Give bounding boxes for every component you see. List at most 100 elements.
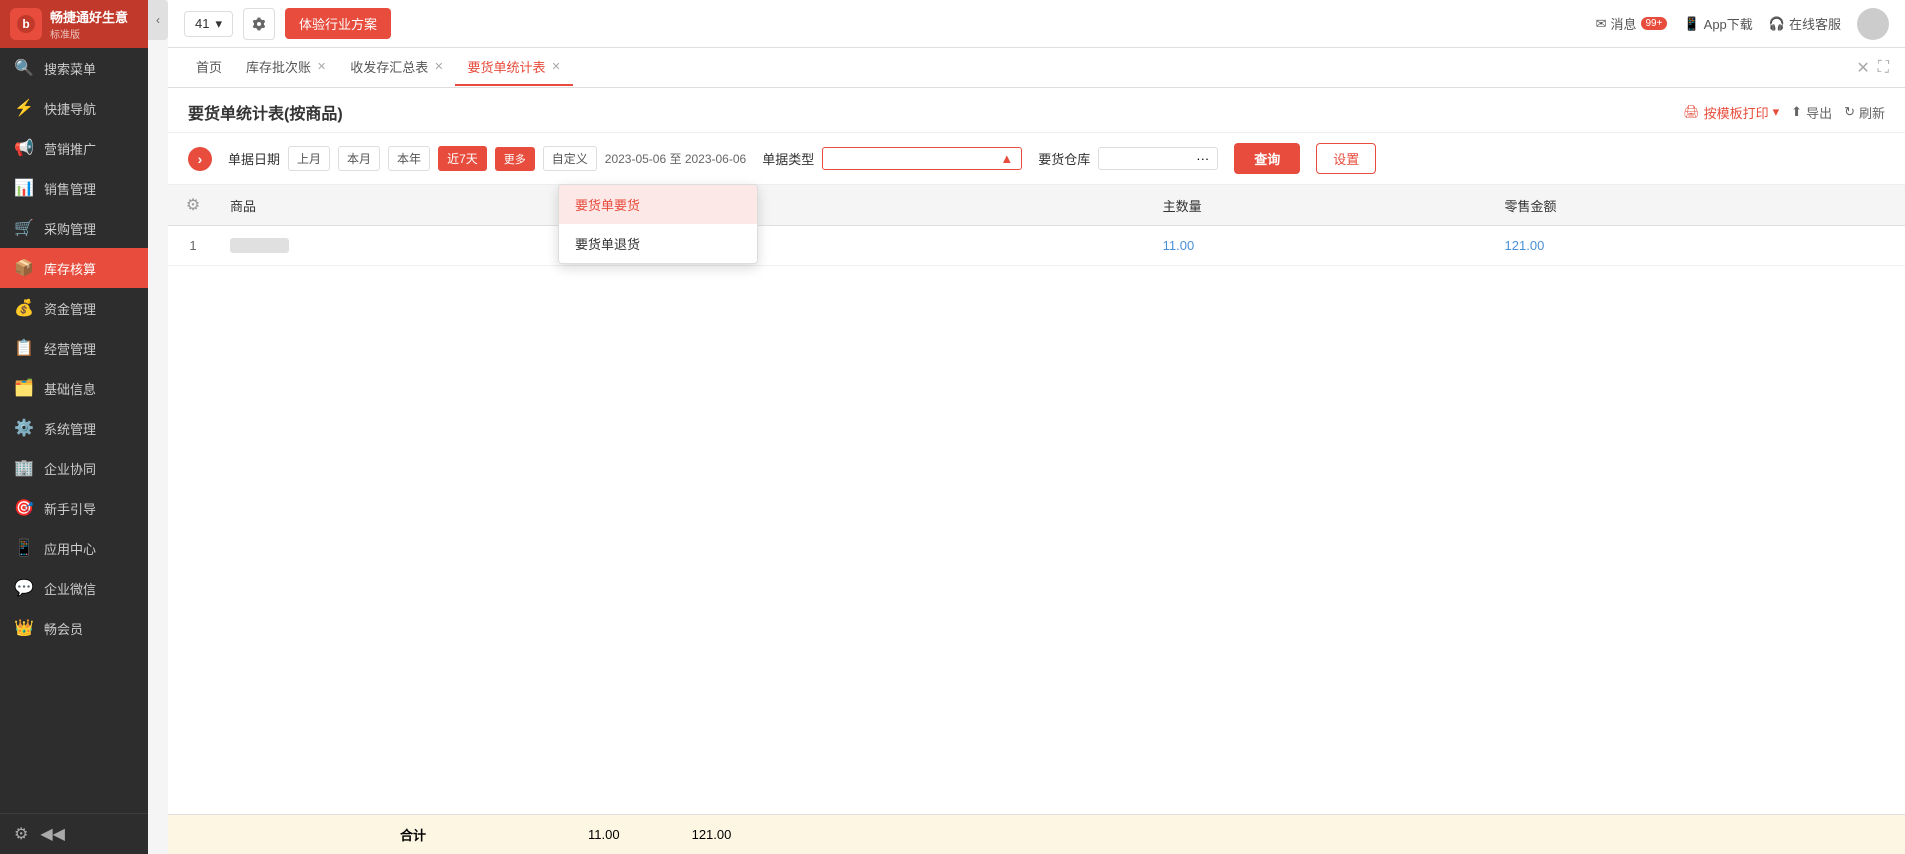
sidebar-item-label: 快捷导航: [44, 99, 96, 118]
tab-batch-label: 库存批次账: [246, 57, 311, 76]
tab-batch[interactable]: 库存批次账 ✕: [234, 49, 338, 86]
export-label: 导出: [1806, 103, 1832, 122]
query-button[interactable]: 查询: [1234, 143, 1300, 174]
type-filter-group: 单据类型 ▲: [762, 147, 1022, 170]
sidebar-item-quicknav[interactable]: ⚡ 快捷导航: [0, 88, 148, 128]
table-row: 1 ████ ██ 块 11.00 121.00: [168, 226, 1905, 266]
topbar-right: ✉ 消息 99+ 📱 App下载 🎧 在线客服: [1596, 8, 1889, 40]
sidebar-item-operations[interactable]: 📋 经营管理: [0, 328, 148, 368]
filter-toggle[interactable]: ›: [188, 147, 212, 171]
sidebar-item-search[interactable]: 🔍 搜索菜单: [0, 48, 148, 88]
store-selector[interactable]: 41 ▾: [184, 11, 233, 37]
sidebar-item-purchase[interactable]: 🛒 采购管理: [0, 208, 148, 248]
headset-icon: 🎧: [1769, 16, 1785, 32]
sidebar-footer: ⚙ ◀◀: [0, 813, 148, 854]
page-actions: 🖨 按模板打印 ▾ ⬆ 导出 ↻ 刷新: [1683, 103, 1885, 122]
sidebar-item-enterprise[interactable]: 🏢 企业协同: [0, 448, 148, 488]
tab-close-all: ✕ ⛶: [1856, 58, 1889, 78]
type-select[interactable]: ▲: [822, 147, 1022, 170]
sidebar-item-label: 系统管理: [44, 419, 96, 438]
refresh-button[interactable]: ↻ 刷新: [1844, 103, 1885, 122]
tab-order-stats-close[interactable]: ✕: [552, 60, 561, 73]
phone-icon: 📱: [1683, 16, 1699, 32]
tab-receivables-close[interactable]: ✕: [434, 60, 443, 73]
refresh-label: 刷新: [1859, 103, 1885, 122]
sidebar-item-label: 资金管理: [44, 299, 96, 318]
sidebar: b 畅捷通好生意 标准版 🔍 搜索菜单 ⚡ 快捷导航 📢 营销推广 📊 销售管理…: [0, 0, 148, 854]
warehouse-filter-group: 要货仓库 ···: [1038, 147, 1218, 170]
tab-receivables-label: 收发存汇总表: [350, 57, 428, 76]
tab-home[interactable]: 首页: [184, 49, 234, 86]
dropdown-item-return[interactable]: 要货单退货: [559, 224, 757, 263]
sidebar-item-wechat[interactable]: 💬 企业微信: [0, 568, 148, 608]
last-7-days-btn[interactable]: 近7天: [438, 146, 487, 171]
sidebar-item-appstore[interactable]: 📱 应用中心: [0, 528, 148, 568]
more-date-btn[interactable]: 更多: [495, 147, 535, 171]
tab-receivables[interactable]: 收发存汇总表 ✕: [338, 49, 455, 86]
promo-button[interactable]: 体验行业方案: [285, 8, 391, 39]
user-avatar[interactable]: [1857, 8, 1889, 40]
dropdown-item-goods[interactable]: 要货单要货: [559, 185, 757, 224]
message-button[interactable]: ✉ 消息 99+: [1596, 14, 1668, 33]
warehouse-select[interactable]: ···: [1098, 147, 1218, 170]
sidebar-item-basic[interactable]: 🗂️ 基础信息: [0, 368, 148, 408]
sidebar-item-inventory[interactable]: 📦 库存核算: [0, 248, 148, 288]
print-button[interactable]: 🖨 按模板打印 ▾: [1683, 103, 1779, 122]
sidebar-nav: 🔍 搜索菜单 ⚡ 快捷导航 📢 营销推广 📊 销售管理 🛒 采购管理 📦 库存核…: [0, 48, 148, 813]
sidebar-item-system[interactable]: ⚙️ 系统管理: [0, 408, 148, 448]
lightning-icon: ⚡: [14, 98, 34, 118]
sidebar-item-label: 搜索菜单: [44, 59, 96, 78]
print-label: 按模板打印: [1704, 103, 1769, 122]
search-icon: 🔍: [14, 58, 34, 78]
column-settings-icon[interactable]: ⚙: [186, 197, 200, 214]
sidebar-item-finance[interactable]: 💰 资金管理: [0, 288, 148, 328]
page-content: 要货单统计表(按商品) 🖨 按模板打印 ▾ ⬆ 导出 ↻ 刷新 ›: [168, 88, 1905, 854]
topbar-gear-button[interactable]: [243, 8, 275, 40]
sidebar-item-label: 营销推广: [44, 139, 96, 158]
settings-button[interactable]: 设置: [1316, 143, 1376, 174]
sidebar-item-member[interactable]: 👑 畅会员: [0, 608, 148, 648]
this-month-btn[interactable]: 本月: [338, 146, 380, 171]
message-badge: 99+: [1641, 17, 1668, 30]
sidebar-item-marketing[interactable]: 📢 营销推广: [0, 128, 148, 168]
footer-quantity: 11.00: [588, 827, 620, 842]
brand-text: 畅捷通好生意 标准版: [50, 7, 128, 41]
date-filter-group: 单据日期 上月 本月 本年 近7天 更多 自定义 2023-05-06 至 20…: [228, 146, 746, 171]
message-icon: ✉: [1596, 16, 1607, 32]
expand-icon[interactable]: ⛶: [1878, 59, 1889, 77]
page-header: 要货单统计表(按商品) 🖨 按模板打印 ▾ ⬆ 导出 ↻ 刷新: [168, 88, 1905, 133]
sidebar-item-sales[interactable]: 📊 销售管理: [0, 168, 148, 208]
export-icon: ⬆: [1791, 104, 1802, 120]
collapse-icon[interactable]: ◀◀: [40, 824, 65, 844]
message-label: 消息: [1610, 14, 1636, 33]
target-icon: 🎯: [14, 498, 34, 518]
tab-bar: 首页 库存批次账 ✕ 收发存汇总表 ✕ 要货单统计表 ✕ ✕ ⛶: [168, 48, 1905, 88]
row-index: 1: [168, 226, 218, 266]
tab-home-label: 首页: [196, 57, 222, 76]
product-name-blurred: ████ ██: [230, 238, 289, 253]
export-button[interactable]: ⬆ 导出: [1791, 103, 1832, 122]
footer-label: 合计: [400, 825, 426, 844]
sidebar-item-guide[interactable]: 🎯 新手引导: [0, 488, 148, 528]
building-icon: 🏢: [14, 458, 34, 478]
amount-link[interactable]: 121.00: [1505, 238, 1545, 253]
online-service-button[interactable]: 🎧 在线客服: [1769, 14, 1841, 33]
close-all-icon[interactable]: ✕: [1856, 58, 1869, 78]
sidebar-header: b 畅捷通好生意 标准版: [0, 0, 148, 48]
table-container: ⚙ 商品 主计量单位 主数量 零售金额 1 ████ ██ 块: [168, 185, 1905, 814]
this-year-btn[interactable]: 本年: [388, 146, 430, 171]
last-month-btn[interactable]: 上月: [288, 146, 330, 171]
tab-batch-close[interactable]: ✕: [317, 60, 326, 73]
tab-order-stats[interactable]: 要货单统计表 ✕: [455, 49, 572, 86]
more-icon: ···: [1196, 151, 1209, 166]
custom-date-btn[interactable]: 自定义: [543, 146, 597, 171]
date-range-display: 2023-05-06 至 2023-06-06: [605, 150, 746, 167]
col-settings[interactable]: ⚙: [168, 185, 218, 226]
gear-icon: ⚙️: [14, 418, 34, 438]
store-number: 41: [195, 16, 209, 31]
quantity-link[interactable]: 11.00: [1163, 238, 1195, 253]
app-download-button[interactable]: 📱 App下载: [1683, 14, 1752, 33]
topbar: 41 ▾ 体验行业方案 ✉ 消息 99+ 📱 App下载 🎧 在线: [168, 0, 1905, 48]
settings-icon[interactable]: ⚙: [14, 824, 28, 844]
sidebar-collapse-handle[interactable]: ‹: [148, 0, 168, 40]
